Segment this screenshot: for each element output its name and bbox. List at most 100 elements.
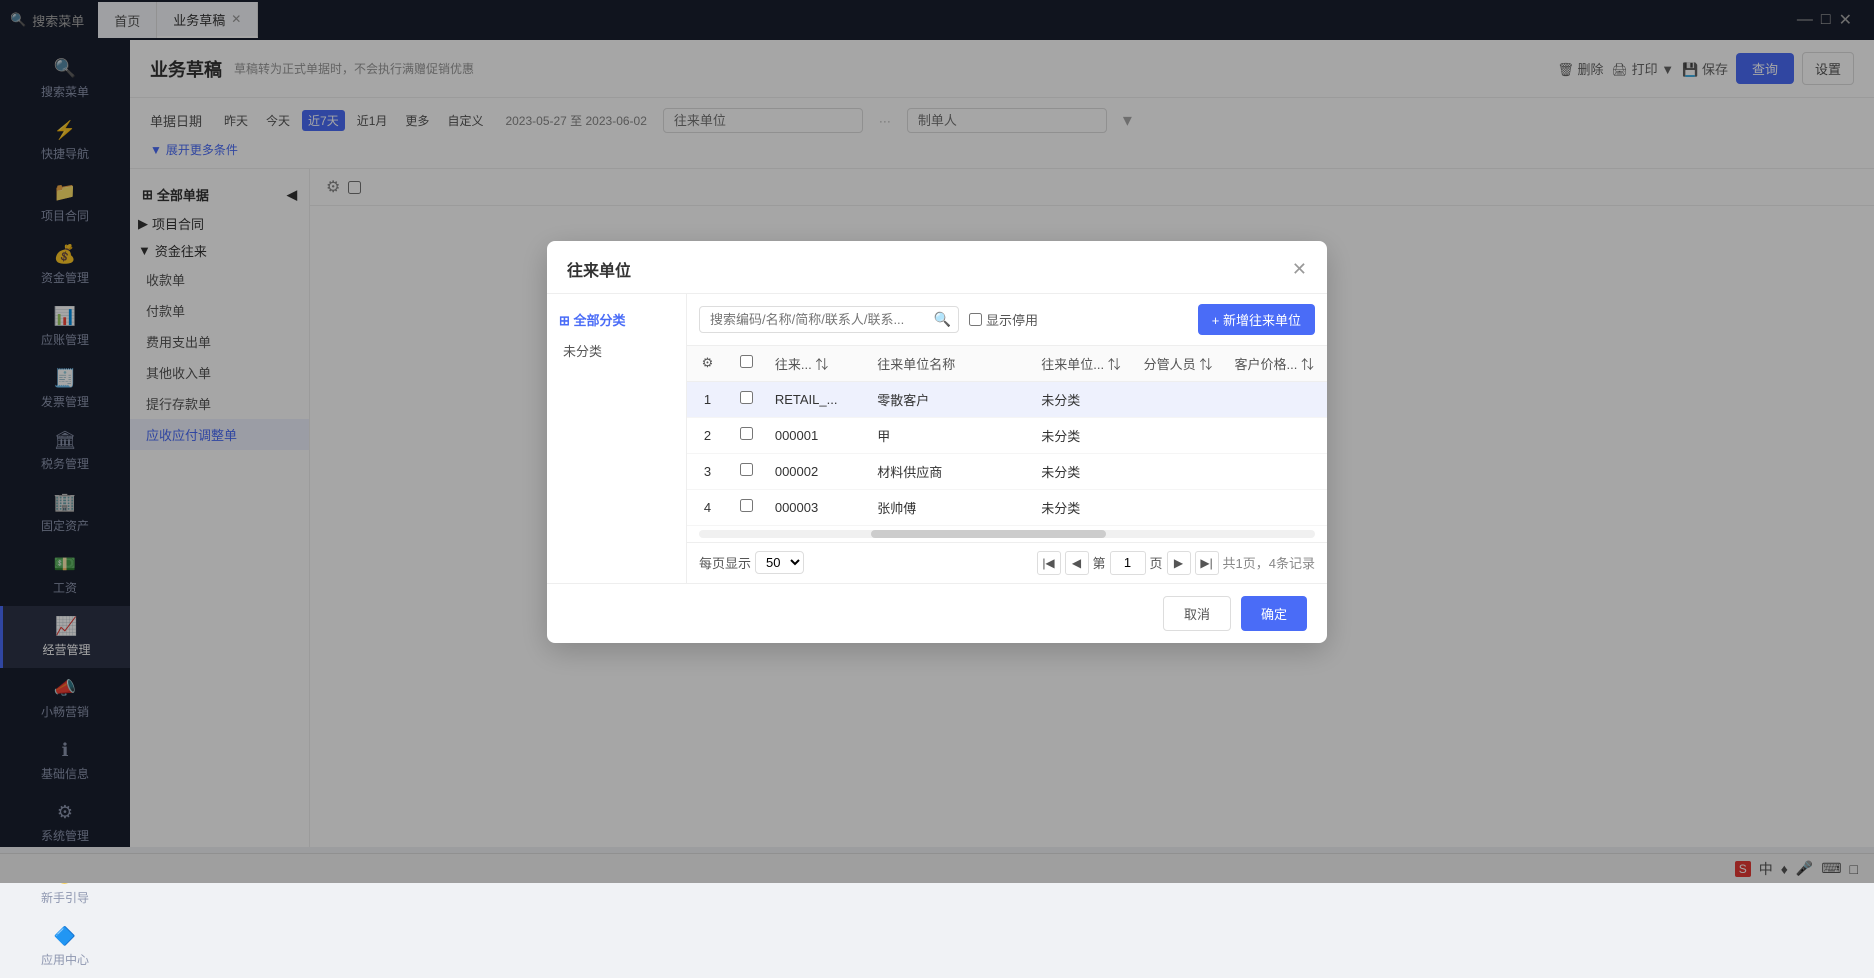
- row-check-input[interactable]: [740, 499, 753, 512]
- row-name: 材料供应商: [867, 453, 1031, 489]
- row-person: [1134, 417, 1225, 453]
- row-person: [1134, 453, 1225, 489]
- row-code: RETAIL_...: [765, 381, 867, 417]
- show-disabled-label: 显示停用: [986, 310, 1038, 329]
- th-code[interactable]: 往来... ⇅: [765, 346, 867, 382]
- per-page-select[interactable]: 50: [755, 551, 804, 574]
- sidebar-apps-label: 应用中心: [41, 951, 89, 968]
- dialog-all-label: 全部分类: [574, 313, 626, 328]
- sidebar-guide-label: 新手引导: [41, 889, 89, 906]
- row-name: 张帅傅: [867, 489, 1031, 525]
- dialog-footer: 取消 确定: [547, 583, 1327, 643]
- page-prev-button[interactable]: ◀: [1065, 551, 1089, 575]
- row-price: [1225, 417, 1328, 453]
- row-check-input[interactable]: [740, 463, 753, 476]
- page-total: 共1页，4条记录: [1223, 553, 1315, 572]
- table-row[interactable]: 4 000003 张帅傅 未分类: [687, 489, 1327, 525]
- table-row[interactable]: 2 000001 甲 未分类: [687, 417, 1327, 453]
- dialog-table-wrap: ⚙ 往来... ⇅ 往来单位名称 往来单位...: [687, 346, 1327, 526]
- pagination-nav: |◀ ◀ 第 页 ▶ ▶| 共1页，4条记录: [1037, 551, 1316, 575]
- dialog-scrollbar[interactable]: [699, 530, 1315, 538]
- dialog-pagination: 每页显示 50 |◀ ◀ 第 页 ▶ ▶| 共1页，4条记录: [687, 542, 1327, 583]
- row-price: [1225, 381, 1328, 417]
- th-price-label: 客户价格...: [1235, 357, 1298, 372]
- row-idx: 4: [687, 489, 728, 525]
- th-person-label: 分管人员: [1144, 357, 1196, 372]
- dialog-search-wrap: 🔍: [699, 306, 959, 333]
- row-check-input[interactable]: [740, 391, 753, 404]
- dialog-right: 🔍 显示停用 + 新增往来单位 ⚙: [687, 294, 1327, 583]
- row-idx: 2: [687, 417, 728, 453]
- sort-icon4: ⇅: [1301, 357, 1314, 372]
- partner-dialog: 往来单位 ✕ ⊞ 全部分类 未分类 🔍: [547, 241, 1327, 643]
- partner-table: ⚙ 往来... ⇅ 往来单位名称 往来单位...: [687, 346, 1327, 526]
- page-last-button[interactable]: ▶|: [1195, 551, 1219, 575]
- dialog-all-category[interactable]: ⊞ 全部分类: [547, 304, 686, 335]
- sort-icon: ⇅: [815, 357, 828, 372]
- sort-icon2: ⇅: [1108, 357, 1121, 372]
- show-disabled-checkbox[interactable]: [969, 313, 982, 326]
- dialog-search-input[interactable]: [699, 306, 959, 333]
- row-checkbox[interactable]: [728, 453, 765, 489]
- table-row[interactable]: 3 000002 材料供应商 未分类: [687, 453, 1327, 489]
- row-name: 零散客户: [867, 381, 1031, 417]
- row-type: 未分类: [1031, 489, 1133, 525]
- cancel-button[interactable]: 取消: [1163, 596, 1231, 631]
- dialog-title: 往来单位: [567, 257, 631, 281]
- row-type: 未分类: [1031, 453, 1133, 489]
- row-price: [1225, 489, 1328, 525]
- dialog-categories: ⊞ 全部分类 未分类: [547, 294, 687, 583]
- row-checkbox[interactable]: [728, 381, 765, 417]
- row-name: 甲: [867, 417, 1031, 453]
- dialog-close-button[interactable]: ✕: [1292, 260, 1307, 278]
- row-check-input[interactable]: [740, 427, 753, 440]
- row-person: [1134, 489, 1225, 525]
- row-type: 未分类: [1031, 417, 1133, 453]
- row-type: 未分类: [1031, 381, 1133, 417]
- apps-icon: 🔷: [54, 926, 76, 947]
- page-label-post: 页: [1150, 553, 1163, 572]
- dialog-scroll-thumb[interactable]: [871, 530, 1105, 538]
- modal-overlay: 往来单位 ✕ ⊞ 全部分类 未分类 🔍: [0, 0, 1874, 883]
- row-idx: 1: [687, 381, 728, 417]
- grid-small-icon: ⊞: [559, 313, 570, 328]
- table-header-row: ⚙ 往来... ⇅ 往来单位名称 往来单位...: [687, 346, 1327, 382]
- confirm-label: 确定: [1261, 607, 1287, 622]
- confirm-button[interactable]: 确定: [1241, 596, 1307, 631]
- page-first-button[interactable]: |◀: [1037, 551, 1061, 575]
- show-disabled-wrap: 显示停用: [969, 310, 1038, 329]
- page-next-button[interactable]: ▶: [1167, 551, 1191, 575]
- row-code: 000002: [765, 453, 867, 489]
- row-checkbox[interactable]: [728, 417, 765, 453]
- sidebar-item-apps[interactable]: 🔷 应用中心: [0, 916, 130, 978]
- row-code: 000001: [765, 417, 867, 453]
- add-partner-label: + 新增往来单位: [1212, 313, 1301, 328]
- dialog-body: ⊞ 全部分类 未分类 🔍 显示停用 + 新增往来: [547, 294, 1327, 583]
- per-page-wrap: 每页显示 50: [699, 551, 804, 574]
- dialog-header: 往来单位 ✕: [547, 241, 1327, 294]
- per-page-label: 每页显示: [699, 553, 751, 572]
- th-settings[interactable]: ⚙: [687, 346, 728, 382]
- th-type-label: 往来单位...: [1041, 357, 1104, 372]
- dialog-category-unclassified[interactable]: 未分类: [547, 335, 686, 366]
- th-person[interactable]: 分管人员 ⇅: [1134, 346, 1225, 382]
- th-name[interactable]: 往来单位名称: [867, 346, 1031, 382]
- dialog-search-icon[interactable]: 🔍: [934, 311, 951, 328]
- th-type[interactable]: 往来单位... ⇅: [1031, 346, 1133, 382]
- row-price: [1225, 453, 1328, 489]
- cancel-label: 取消: [1184, 607, 1210, 622]
- th-price[interactable]: 客户价格... ⇅: [1225, 346, 1328, 382]
- th-checkbox[interactable]: [728, 346, 765, 382]
- row-checkbox[interactable]: [728, 489, 765, 525]
- th-name-label: 往来单位名称: [877, 357, 955, 372]
- table-select-all[interactable]: [740, 355, 753, 368]
- row-code: 000003: [765, 489, 867, 525]
- table-row[interactable]: 1 RETAIL_... 零散客户 未分类: [687, 381, 1327, 417]
- page-label-pre: 第: [1093, 553, 1106, 572]
- add-partner-button[interactable]: + 新增往来单位: [1198, 304, 1315, 335]
- row-person: [1134, 381, 1225, 417]
- sort-icon3: ⇅: [1199, 357, 1212, 372]
- th-code-label: 往来...: [775, 357, 812, 372]
- row-idx: 3: [687, 453, 728, 489]
- page-input[interactable]: [1110, 551, 1146, 575]
